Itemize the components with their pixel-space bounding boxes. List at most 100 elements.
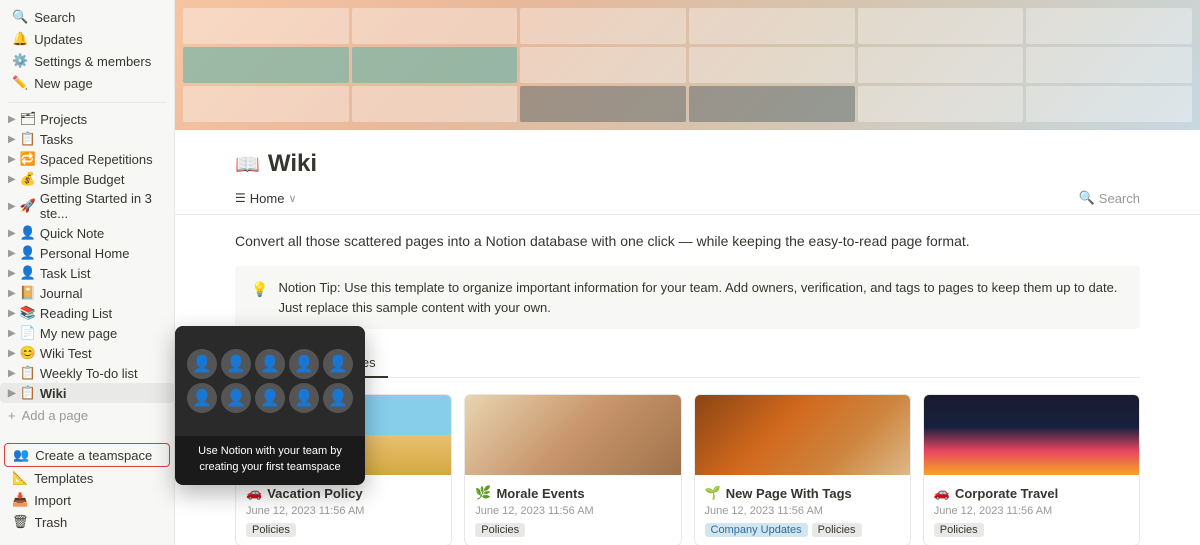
card-new-page-tags[interactable]: 🌱 New Page With Tags June 12, 2023 11:56… [694, 394, 911, 545]
card-date: June 12, 2023 11:56 AM [246, 505, 441, 517]
sidebar-item-add-page[interactable]: + Add a page [0, 405, 174, 426]
search-icon: 🔍 [12, 9, 28, 25]
card-tags: Policies [934, 523, 1129, 537]
sidebar-top: 🔍 Search 🔔 Updates ⚙️ Settings & members… [0, 0, 174, 98]
sidebar-item-tasks[interactable]: ▶ 📋 Tasks [0, 129, 174, 149]
card-icon: 🚗 [246, 485, 262, 501]
card-icon: 🚗 [934, 485, 950, 501]
sidebar-item-label: Trash [35, 515, 68, 530]
sidebar-item-label: Projects [40, 112, 87, 127]
sidebar-item-create-teamspace[interactable]: 👥 Create a teamspace [4, 443, 170, 467]
sidebar-item-label: My new page [40, 326, 117, 341]
chevron-icon: ▶ [8, 201, 16, 212]
tooltip-popup: 👤 👤 👤 👤 👤 👤 👤 👤 👤 👤 Use Notion with your… [175, 326, 365, 485]
sidebar-item-import[interactable]: 📥 Import [4, 489, 170, 511]
chevron-icon: ▶ [8, 368, 16, 379]
card-title: 🚗 Vacation Policy [246, 485, 441, 501]
sidebar-item-label: Add a page [22, 408, 89, 423]
sidebar-item-label: Quick Note [40, 226, 104, 241]
wiki-page-icon: 📖 [235, 152, 260, 177]
sidebar-item-weekly-todo[interactable]: ▶ 📋 Weekly To-do list [0, 363, 174, 383]
add-page-icon: + [8, 408, 16, 423]
sidebar-item-wiki[interactable]: ▶ 📋 Wiki [0, 383, 174, 403]
breadcrumb-bar: ☰ Home ∨ 🔍 Search [175, 190, 1200, 215]
chevron-icon: ▶ [8, 308, 16, 319]
chevron-icon: ▶ [8, 348, 16, 359]
card-tags: Company Updates Policies [705, 523, 900, 537]
card-icon: 🌿 [475, 485, 491, 501]
search-icon-small: 🔍 [1079, 190, 1095, 206]
sidebar-item-label: Task List [40, 266, 91, 281]
teamspace-icon: 👥 [13, 447, 29, 463]
task-list-icon: 👤 [20, 265, 36, 281]
tooltip-text: Use Notion with your team by creating yo… [175, 436, 365, 485]
person-head: 👤 [289, 349, 319, 379]
person-head: 👤 [255, 349, 285, 379]
person-head: 👤 [221, 383, 251, 413]
sidebar-item-label: Getting Started in 3 ste... [40, 191, 166, 221]
sidebar-item-journal[interactable]: ▶ 📔 Journal [0, 283, 174, 303]
card-date: June 12, 2023 11:56 AM [705, 505, 900, 517]
card-body: 🌿 Morale Events June 12, 2023 11:56 AM P… [465, 475, 680, 545]
breadcrumb[interactable]: ☰ Home ∨ [235, 191, 297, 206]
cards-grid: 🚗 Vacation Policy June 12, 2023 11:56 AM… [235, 394, 1140, 545]
search-hint[interactable]: 🔍 Search [1079, 190, 1140, 206]
journal-icon: 📔 [20, 285, 36, 301]
page-title: Wiki [268, 150, 317, 178]
settings-icon: ⚙️ [12, 53, 28, 69]
sidebar-item-personal-home[interactable]: ▶ 👤 Personal Home [0, 243, 174, 263]
tasks-icon: 📋 [20, 131, 36, 147]
new-page-icon: ✏️ [12, 75, 28, 91]
description-text: Convert all those scattered pages into a… [235, 231, 1140, 252]
sidebar-item-templates[interactable]: 📐 Templates [4, 467, 170, 489]
person-head: 👤 [289, 383, 319, 413]
person-head: 👤 [323, 383, 353, 413]
sidebar-item-new-page[interactable]: ✏️ New page [4, 72, 170, 94]
card-tag: Policies [246, 523, 296, 537]
weekly-todo-icon: 📋 [20, 365, 36, 381]
sidebar-item-reading-list[interactable]: ▶ 📚 Reading List [0, 303, 174, 323]
search-label: Search [1099, 191, 1140, 206]
sidebar-item-settings[interactable]: ⚙️ Settings & members [4, 50, 170, 72]
card-title: 🚗 Corporate Travel [934, 485, 1129, 501]
hero-image [175, 0, 1200, 130]
sidebar-item-updates[interactable]: 🔔 Updates [4, 28, 170, 50]
sidebar-item-spaced-repetitions[interactable]: ▶ 🔁 Spaced Repetitions [0, 149, 174, 169]
person-head: 👤 [255, 383, 285, 413]
sidebar-item-label: Search [34, 10, 75, 25]
card-image [695, 395, 910, 475]
sidebar-item-trash[interactable]: 🗑 Trash [4, 511, 170, 533]
card-image [465, 395, 680, 475]
card-morale-events[interactable]: 🌿 Morale Events June 12, 2023 11:56 AM P… [464, 394, 681, 545]
person-head: 👤 [187, 349, 217, 379]
sidebar-item-my-new-page[interactable]: ▶ 📄 My new page [0, 323, 174, 343]
sidebar-item-search[interactable]: 🔍 Search [4, 6, 170, 28]
sidebar-item-simple-budget[interactable]: ▶ 💰 Simple Budget [0, 169, 174, 189]
card-title: 🌿 Morale Events [475, 485, 670, 501]
sidebar-item-getting-started[interactable]: ▶ 🚀 Getting Started in 3 ste... [0, 189, 174, 223]
person-head: 👤 [187, 383, 217, 413]
trash-icon: 🗑 [12, 514, 29, 530]
sidebar-item-label: Simple Budget [40, 172, 125, 187]
sidebar-item-wiki-test[interactable]: ▶ 😊 Wiki Test [0, 343, 174, 363]
projects-icon: 🗂 [20, 111, 37, 127]
reading-list-icon: 📚 [20, 305, 36, 321]
sidebar-bottom: 👥 Create a teamspace 📐 Templates 📥 Impor… [0, 439, 174, 537]
card-corporate-travel[interactable]: 🚗 Corporate Travel June 12, 2023 11:56 A… [923, 394, 1140, 545]
budget-icon: 💰 [20, 171, 36, 187]
card-date: June 12, 2023 11:56 AM [934, 505, 1129, 517]
card-title: 🌱 New Page With Tags [705, 485, 900, 501]
card-tags: Policies [475, 523, 670, 537]
chevron-icon: ▶ [8, 248, 16, 259]
sidebar-item-quick-note[interactable]: ▶ 👤 Quick Note [0, 223, 174, 243]
card-tag-policies: Policies [812, 523, 862, 537]
sidebar-item-task-list[interactable]: ▶ 👤 Task List [0, 263, 174, 283]
sidebar-item-label: Wiki Test [40, 346, 92, 361]
sidebar-item-projects[interactable]: ▶ 🗂 Projects [0, 109, 174, 129]
card-date: June 12, 2023 11:56 AM [475, 505, 670, 517]
card-tag: Policies [475, 523, 525, 537]
page-header: 📖 Wiki [175, 130, 1200, 190]
card-tag-company-updates: Company Updates [705, 523, 808, 537]
tip-box: 💡 Notion Tip: Use this template to organ… [235, 266, 1140, 329]
breadcrumb-icon: ☰ [235, 191, 246, 205]
